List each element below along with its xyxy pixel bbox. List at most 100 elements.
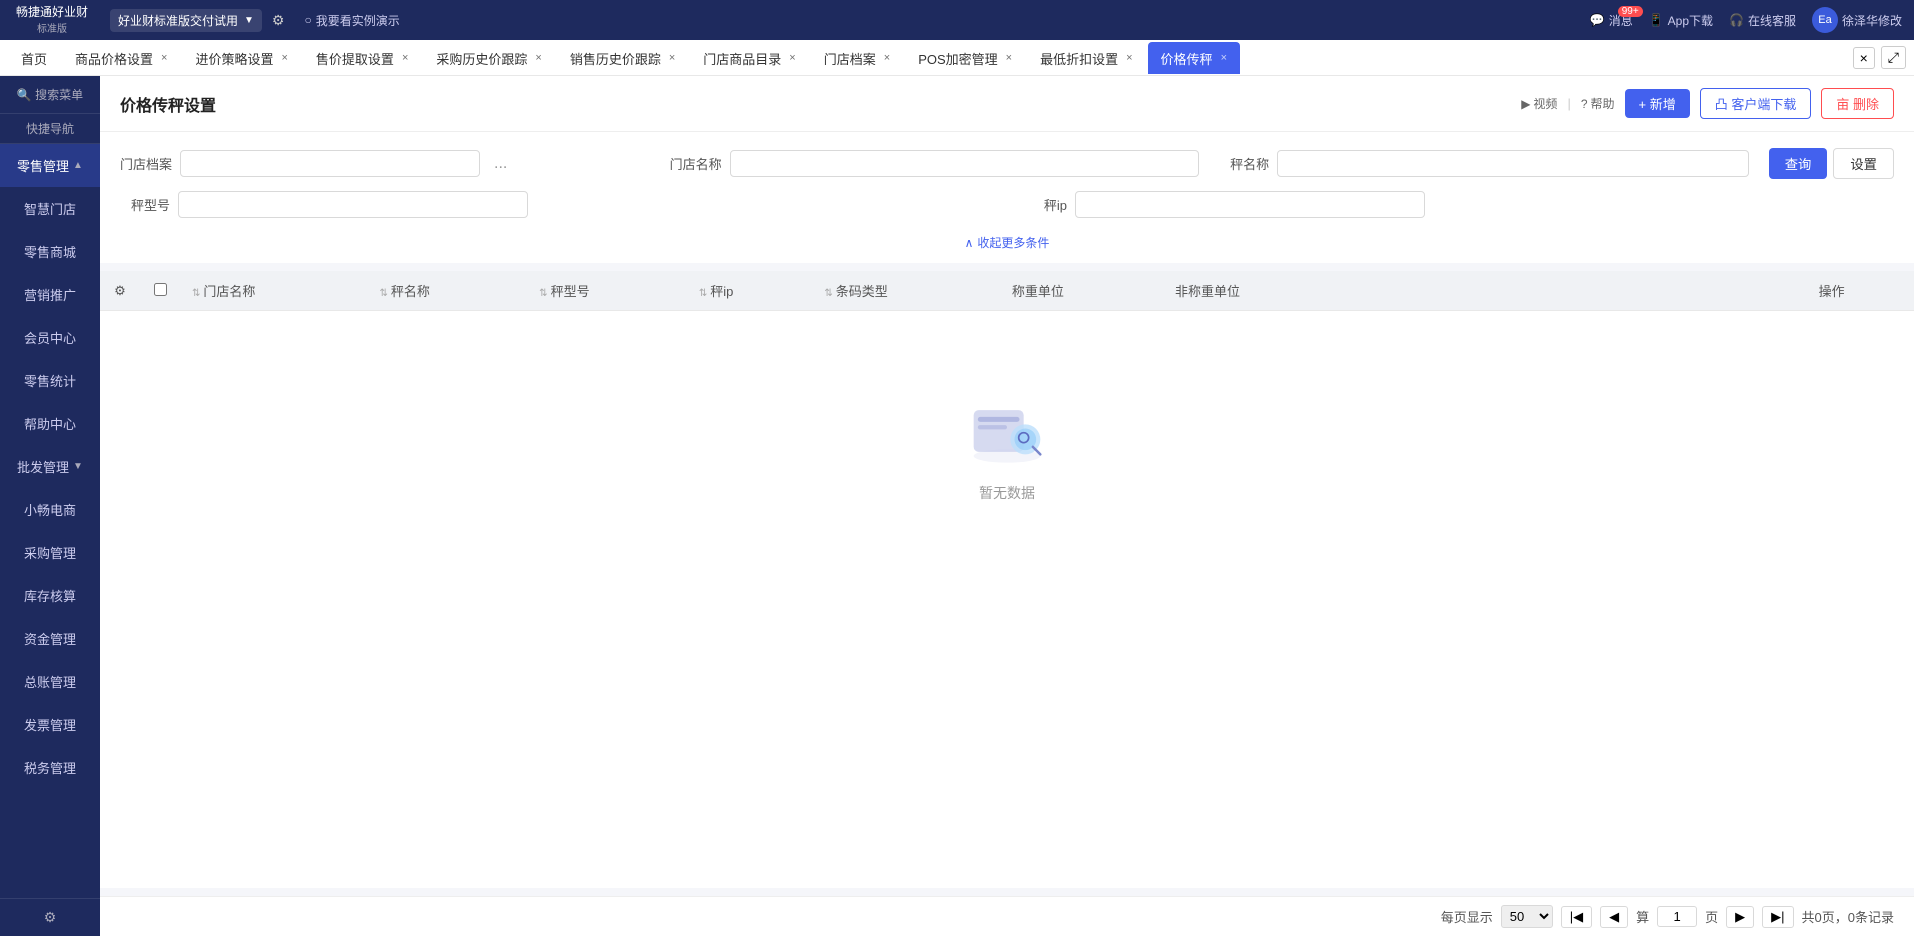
th-store-name-label: 门店名称 [203,284,255,299]
close-icon[interactable]: × [1006,52,1012,64]
tab-close-button[interactable]: × [1853,47,1875,69]
tab-purchase-history[interactable]: 采购历史价跟踪 × [423,42,554,74]
app-download-button[interactable]: 📱 App下载 [1649,12,1713,29]
close-icon[interactable]: × [884,52,890,64]
close-icon[interactable]: × [789,52,795,64]
headset-icon: 🎧 [1729,13,1744,27]
query-button[interactable]: 查询 [1769,148,1828,179]
page-input[interactable] [1657,906,1697,927]
close-icon[interactable]: × [535,52,541,64]
close-icon[interactable]: × [402,52,408,64]
download-icon: 📱 [1649,13,1664,27]
add-button[interactable]: + 新增 [1625,89,1690,118]
close-icon[interactable]: × [281,52,287,64]
th-checkbox[interactable] [140,271,180,311]
th-store-name[interactable]: ⇅门店名称 [180,271,368,311]
close-icon[interactable]: × [1126,52,1132,64]
sidebar-item-tax[interactable]: 税务管理 [0,746,100,789]
scale-name-field: 秤名称 [1219,150,1749,177]
th-weight-unit: 称重单位 [1000,271,1163,311]
next-page-button[interactable]: ▶ [1726,906,1754,928]
collapse-label: 收起更多条件 [977,234,1049,251]
app-title: 畅捷通好业财 [16,5,88,19]
tab-sale-history[interactable]: 销售历史价跟踪 × [557,42,688,74]
sidebar-item-purchase-manage[interactable]: 采购管理 [0,531,100,574]
select-all-checkbox[interactable] [154,283,167,296]
collapse-button[interactable]: ∧ 收起更多条件 [120,230,1894,255]
tab-sale-price[interactable]: 售价提取设置 × [303,42,421,74]
prev-page-button[interactable]: ◀ [1600,906,1628,928]
more-icon[interactable]: ... [488,155,513,173]
sort-icon: ⇅ [192,288,200,299]
sidebar-item-batch-manage[interactable]: 批发管理 ▼ [0,445,100,488]
last-page-button[interactable]: ▶| [1762,906,1793,928]
sidebar-item-retail-stats[interactable]: 零售统计 [0,359,100,402]
tab-purchase-strategy[interactable]: 进价策略设置 × [182,42,300,74]
scale-name-input[interactable] [1277,150,1749,177]
version-selector[interactable]: 好业财标准版交付试用 ▼ [110,9,262,32]
th-scale-ip[interactable]: ⇅秤ip [687,271,813,311]
top-bar-right: 💬 消息 99+ 📱 App下载 🎧 在线客服 Ea 徐泽华修改 [1590,7,1902,33]
message-button[interactable]: 💬 消息 99+ [1590,12,1633,29]
th-barcode-type[interactable]: ⇅条码类型 [812,271,1000,311]
sidebar-item-marketing[interactable]: 营销推广 [0,273,100,316]
tab-pos-manage[interactable]: POS加密管理 × [905,42,1025,74]
online-service-button[interactable]: 🎧 在线客服 [1729,12,1796,29]
tab-price-setting-label: 商品价格设置 [75,49,153,68]
sidebar-item-retail-manage[interactable]: 零售管理 ▲ [0,144,100,187]
delete-button[interactable]: 亩 删除 [1821,88,1894,119]
th-scale-model[interactable]: ⇅秤型号 [527,271,687,311]
sidebar-search[interactable]: 🔍 搜索菜单 [0,76,100,114]
empty-icon [957,391,1057,471]
th-gear[interactable]: ⚙ [100,271,140,311]
message-icon: 💬 [1590,13,1605,27]
user-initials: Ea [1818,14,1831,26]
tab-store-catalog[interactable]: 门店商品目录 × [690,42,808,74]
tab-home-label: 首页 [21,49,47,68]
close-icon[interactable]: × [161,52,167,64]
th-scale-ip-label: 秤ip [710,284,733,299]
tab-price-setting[interactable]: 商品价格设置 × [62,42,180,74]
store-archive-input[interactable] [180,150,480,177]
tab-home[interactable]: 首页 [8,42,60,74]
demo-button[interactable]: ○ 我要看实例演示 [304,12,399,29]
empty-state: 暂无数据 [100,311,1914,583]
video-button[interactable]: ▶ 视频 [1521,95,1557,112]
store-name-input[interactable] [730,150,1200,177]
tab-pos-manage-label: POS加密管理 [918,49,997,68]
scale-ip-input[interactable] [1075,191,1425,218]
user-menu[interactable]: Ea 徐泽华修改 [1812,7,1902,33]
close-icon[interactable]: × [1221,52,1227,64]
close-icon[interactable]: × [669,52,675,64]
tab-price-scale[interactable]: 价格传秤 × [1148,42,1240,74]
help-button[interactable]: ? 帮助 [1581,95,1615,112]
sidebar-settings-button[interactable]: ⚙ [0,898,100,936]
page-label: 算 [1636,907,1649,926]
sidebar-item-xiaochang-ec[interactable]: 小畅电商 [0,488,100,531]
sidebar-nav-label: 快捷导航 [26,122,74,136]
sidebar-item-retail-mall[interactable]: 零售商城 [0,230,100,273]
sidebar-item-general-ledger[interactable]: 总账管理 [0,660,100,703]
th-scale-name[interactable]: ⇅秤名称 [368,271,528,311]
sidebar-item-smart-store[interactable]: 智慧门店 [0,187,100,230]
sidebar-item-member-center[interactable]: 会员中心 [0,316,100,359]
table-area: ⚙ ⇅门店名称 ⇅秤名称 ⇅秤型号 ⇅秤ip ⇅条码类型 称重单位 非称重单位 … [100,271,1914,888]
sidebar-item-invoice[interactable]: 发票管理 [0,703,100,746]
sidebar-item-inventory[interactable]: 库存核算 [0,574,100,617]
set-button[interactable]: 设置 [1833,148,1894,179]
sidebar-item-help-center[interactable]: 帮助中心 [0,402,100,445]
sidebar-item-finance[interactable]: 资金管理 [0,617,100,660]
tab-expand-button[interactable]: ⤢ [1881,46,1906,69]
download-button[interactable]: 凸 客户端下载 [1700,88,1812,119]
search-icon: 🔍 [17,88,32,102]
tab-min-discount[interactable]: 最低折扣设置 × [1027,42,1145,74]
sidebar-item-retail-stats-label: 零售统计 [24,371,76,390]
settings-icon[interactable]: ⚙ [272,12,285,29]
tab-store-archive[interactable]: 门店档案 × [811,42,903,74]
per-page-select[interactable]: 10 20 50 100 [1501,905,1553,928]
sidebar-item-help-center-label: 帮助中心 [24,414,76,433]
sort-icon: ⇅ [824,288,832,299]
first-page-button[interactable]: |◀ [1561,906,1592,928]
scale-model-input[interactable] [178,191,528,218]
sidebar-quick-nav[interactable]: 快捷导航 [0,114,100,144]
